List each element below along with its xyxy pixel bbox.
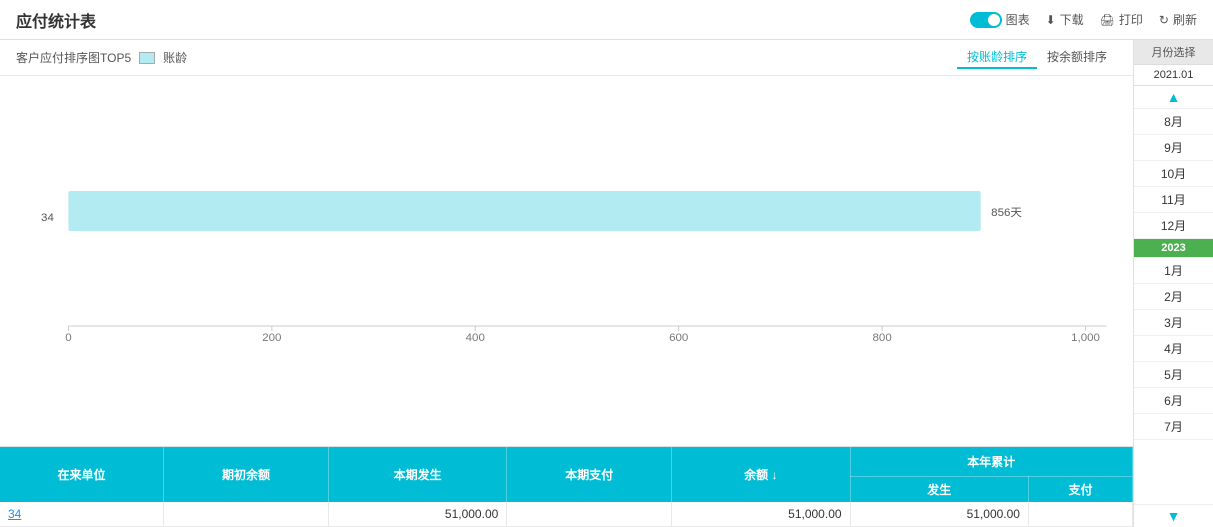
sidebar-month-4[interactable]: 4月	[1134, 336, 1213, 362]
chart-sort-buttons: 按账龄排序 按余额排序	[957, 46, 1117, 69]
page-title: 应付统计表	[16, 8, 96, 32]
table-row: 34 51,000.00 51,000.00 51,000.00	[0, 502, 1133, 527]
cell-occurrence: 51,000.00	[328, 502, 506, 527]
refresh-action[interactable]: ↻ 刷新	[1159, 11, 1197, 28]
sidebar-month-5[interactable]: 5月	[1134, 362, 1213, 388]
cell-opening	[164, 502, 329, 527]
sort-by-age-button[interactable]: 按账龄排序	[957, 46, 1037, 69]
th-occurrence: 本期发生	[328, 447, 506, 502]
chart-svg: 34 856天 0 200 400 600 800 1,000	[16, 86, 1117, 366]
sidebar-months-list: 8月 9月 10月 11月 12月 2023 1月 2月 3月 4月 5月 6月…	[1134, 109, 1213, 504]
print-label: 打印	[1119, 11, 1143, 28]
sidebar-month-1[interactable]: 1月	[1134, 258, 1213, 284]
sidebar-month-12[interactable]: 12月	[1134, 213, 1213, 239]
svg-text:1,000: 1,000	[1071, 332, 1100, 344]
print-icon: 🖨	[1100, 13, 1115, 27]
sort-by-balance-button[interactable]: 按余额排序	[1037, 46, 1117, 69]
cell-payment	[507, 502, 672, 527]
main-content: 客户应付排序图TOP5 账龄 按账龄排序 按余额排序 34	[0, 40, 1213, 527]
svg-text:800: 800	[873, 332, 892, 344]
sidebar-month-2[interactable]: 2月	[1134, 284, 1213, 310]
th-opening: 期初余额	[164, 447, 329, 502]
chart-toggle-switch[interactable]	[970, 12, 1002, 28]
data-table: 在来单位 期初余额 本期发生 本期支付 余额 ↓ 本年累计 发生 支付	[0, 447, 1133, 527]
chart-legend: 客户应付排序图TOP5 账龄	[16, 49, 187, 66]
th-payment: 本期支付	[507, 447, 672, 502]
cell-balance: 51,000.00	[672, 502, 850, 527]
cell-ytd-occurrence: 51,000.00	[850, 502, 1028, 527]
sidebar-month-9[interactable]: 9月	[1134, 135, 1213, 161]
right-sidebar: 月份选择 ▲ 8月 9月 10月 11月 12月 2023 1月 2月 3月 4…	[1133, 40, 1213, 527]
refresh-label: 刷新	[1173, 11, 1197, 28]
sidebar-month-8[interactable]: 8月	[1134, 109, 1213, 135]
header-actions: 图表 ⬇ 下载 🖨 打印 ↻ 刷新	[970, 11, 1197, 28]
sidebar-month-3[interactable]: 3月	[1134, 310, 1213, 336]
chart-toggle-label: 图表	[1006, 11, 1030, 28]
sidebar-down-arrow[interactable]: ▼	[1134, 504, 1213, 527]
table-area: 在来单位 期初余额 本期发生 本期支付 余额 ↓ 本年累计 发生 支付	[0, 446, 1133, 527]
svg-text:200: 200	[262, 332, 281, 344]
sidebar-year-input[interactable]	[1134, 65, 1213, 86]
legend-box	[139, 52, 155, 64]
print-action[interactable]: 🖨 打印	[1100, 11, 1143, 28]
th-balance: 余额 ↓	[672, 447, 850, 502]
th-ytd-payment: 支付	[1028, 477, 1132, 503]
chart-header: 客户应付排序图TOP5 账龄 按账龄排序 按余额排序	[0, 40, 1133, 76]
legend-item-label: 账龄	[163, 49, 187, 66]
download-action[interactable]: ⬇ 下载	[1046, 11, 1084, 28]
download-label: 下载	[1060, 11, 1084, 28]
download-icon: ⬇	[1046, 13, 1056, 27]
sidebar-month-11[interactable]: 11月	[1134, 187, 1213, 213]
cell-ytd-payment	[1028, 502, 1132, 527]
th-ytd: 本年累计	[850, 447, 1132, 477]
legend-title: 客户应付排序图TOP5	[16, 49, 131, 66]
svg-text:34: 34	[41, 212, 54, 224]
refresh-icon: ↻	[1159, 13, 1169, 27]
sidebar-month-10[interactable]: 10月	[1134, 161, 1213, 187]
sidebar-month-6[interactable]: 6月	[1134, 388, 1213, 414]
header: 应付统计表 图表 ⬇ 下载 🖨 打印 ↻ 刷新	[0, 0, 1213, 40]
svg-text:0: 0	[65, 332, 71, 344]
sidebar-up-arrow[interactable]: ▲	[1134, 86, 1213, 109]
cell-unit[interactable]: 34	[0, 502, 164, 527]
table-wrapper: 在来单位 期初余额 本期发生 本期支付 余额 ↓ 本年累计 发生 支付	[0, 447, 1133, 527]
svg-text:856天: 856天	[991, 207, 1022, 219]
th-ytd-occurrence: 发生	[850, 477, 1028, 503]
chart-panel: 客户应付排序图TOP5 账龄 按账龄排序 按余额排序 34	[0, 40, 1133, 527]
svg-text:400: 400	[466, 332, 485, 344]
chart-toggle-action[interactable]: 图表	[970, 11, 1030, 28]
th-unit: 在来单位	[0, 447, 164, 502]
sidebar-month-select-label: 月份选择	[1134, 40, 1213, 65]
sidebar-month-7[interactable]: 7月	[1134, 414, 1213, 440]
app-container: 应付统计表 图表 ⬇ 下载 🖨 打印 ↻ 刷新	[0, 0, 1213, 527]
chart-area: 34 856天 0 200 400 600 800 1,000	[0, 76, 1133, 446]
svg-text:600: 600	[669, 332, 688, 344]
sidebar-year-marker: 2023	[1134, 239, 1213, 258]
